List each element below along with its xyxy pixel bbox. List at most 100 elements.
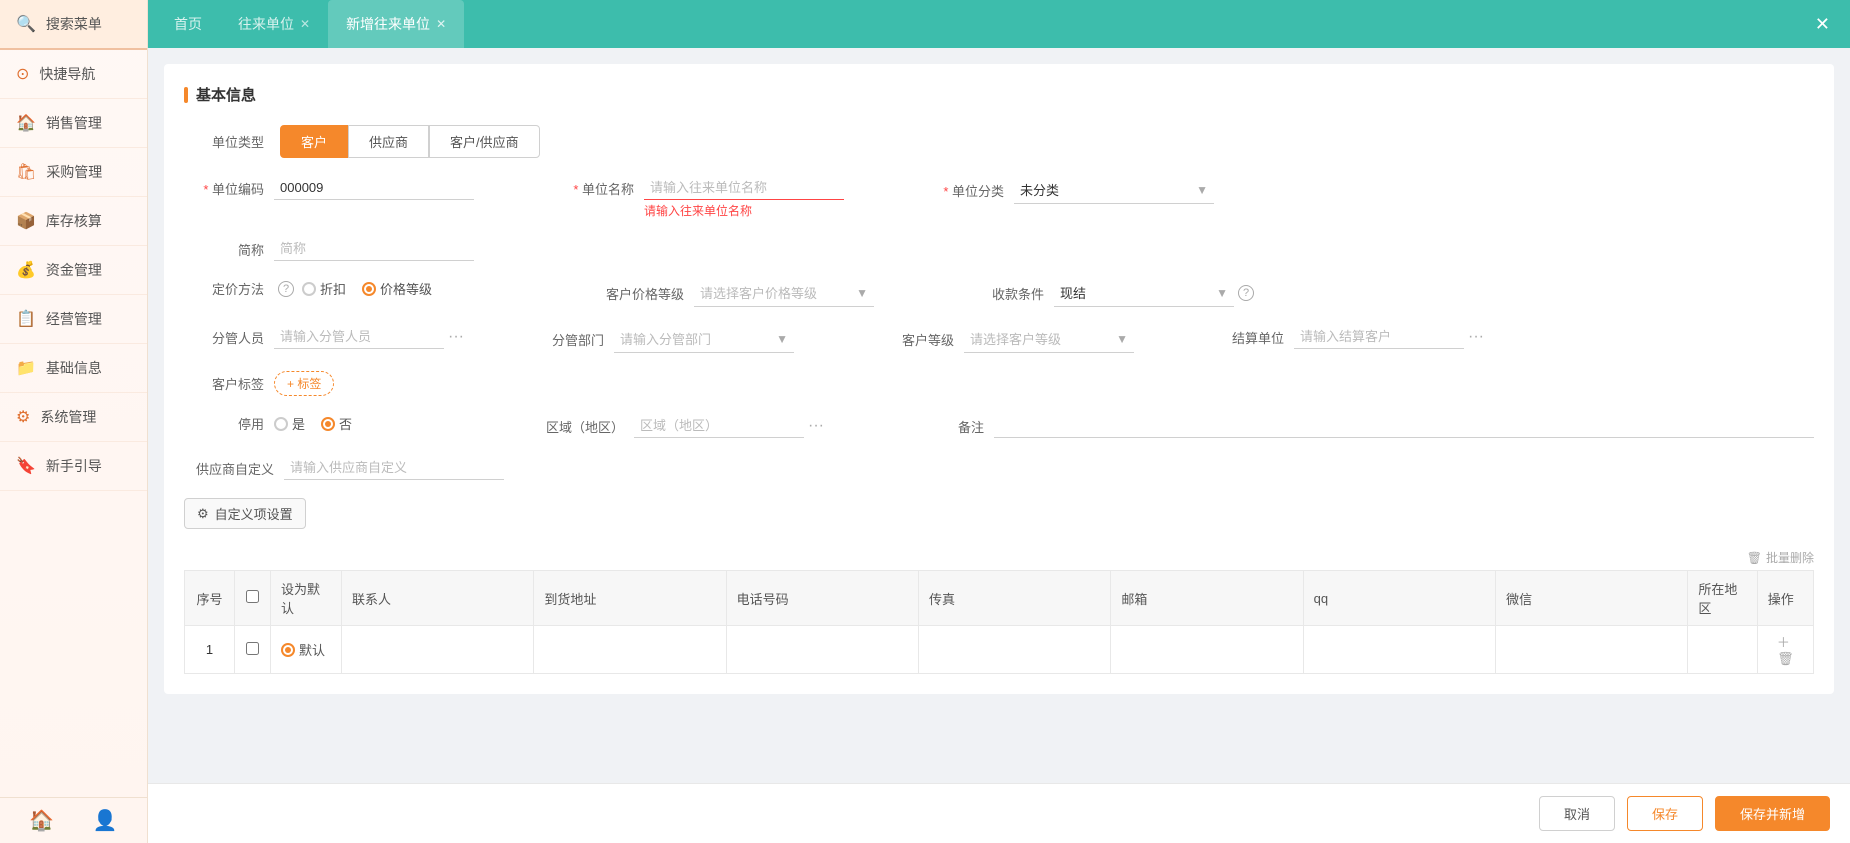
save-new-button[interactable]: 保存并新增 [1715,796,1830,831]
tag-add-btn[interactable]: + 标签 [274,371,334,396]
sidebar-item-basic[interactable]: 📁 基础信息 [0,344,147,393]
sidebar-item-quick-nav[interactable]: ⊙ 快捷导航 [0,50,147,99]
cell-phone [726,626,918,674]
sidebar-item-finance[interactable]: 💰 资金管理 [0,246,147,295]
field-dept: 分管部门 请输入分管部门 ▼ [534,325,854,353]
unit-btn-customer[interactable]: 客户 [280,125,348,158]
unit-btn-both[interactable]: 客户/供应商 [429,125,540,158]
row-wechat-input[interactable] [1506,638,1677,661]
disabled-radio-yes[interactable]: 是 [274,414,305,433]
save-button[interactable]: 保存 [1627,796,1703,831]
pricing-label: 定价方法 [184,279,264,298]
cell-region [1688,626,1757,674]
field-remark: 备注 [904,414,1814,438]
pricing-radio-level[interactable]: 价格等级 [362,279,432,298]
row-qq-input[interactable] [1314,638,1485,661]
disabled-radio-no-circle [321,417,335,431]
sidebar-home-btn[interactable]: 🏠 [29,808,54,833]
tab-new-partner[interactable]: 新增往来单位 ✕ [328,0,464,48]
sidebar-bottom: 🏠 👤 [0,797,147,843]
region-input[interactable] [634,414,804,438]
tab-new-partner-close[interactable]: ✕ [436,17,446,31]
sidebar-user-btn[interactable]: 👤 [93,808,118,833]
field-customer-level: 客户等级 请选择客户等级 ▼ [884,325,1184,353]
table-header-row: 序号 设为默认 联系人 到货地址 电话号码 传真 邮箱 qq 微信 所在地区 操… [185,571,1814,626]
form-row-2: 简称 [184,237,1814,261]
batch-delete-label[interactable]: 批量删除 [1766,549,1814,566]
custom-settings-btn[interactable]: ⚙ 自定义项设置 [184,498,306,529]
row-default-label: 默认 [299,640,325,659]
settlement-input[interactable] [1294,325,1464,349]
pricing-radio-level-circle [362,282,376,296]
settlement-dots-btn[interactable]: ··· [1468,328,1484,346]
window-close-btn[interactable]: ✕ [1803,14,1842,35]
guide-icon: 🔖 [16,456,36,476]
customer-price-level-select[interactable]: 请选择客户价格等级 ▼ [694,279,874,307]
unit-type-row: 单位类型 客户 供应商 客户/供应商 [184,125,1814,158]
sidebar: 🔍 搜索菜单 ⊙ 快捷导航 🏠 销售管理 🛍 采购管理 📦 库存核算 💰 资金管… [0,0,148,843]
tab-home-label: 首页 [174,14,202,34]
cell-checkbox [235,626,271,674]
sidebar-item-sales[interactable]: 🏠 销售管理 [0,99,147,148]
tab-partners-close[interactable]: ✕ [300,17,310,31]
row-checkbox[interactable] [246,642,259,655]
supplier-custom-input[interactable] [284,456,504,480]
region-dots-btn[interactable]: ··· [808,417,824,435]
row-email-input[interactable] [1121,638,1292,661]
tab-home[interactable]: 首页 [156,0,220,48]
unit-category-arrow: ▼ [1196,183,1208,197]
pricing-radio-discount[interactable]: 折扣 [302,279,346,298]
sidebar-item-purchase[interactable]: 🛍 采购管理 [0,148,147,197]
unit-name-error: 请输入往来单位名称 [644,202,752,219]
pricing-help-icon[interactable]: ? [278,281,294,297]
short-name-input[interactable] [274,237,474,261]
remark-input[interactable] [994,414,1814,438]
dept-select[interactable]: 请输入分管部门 ▼ [614,325,794,353]
field-supplier-custom: 供应商自定义 [184,456,564,480]
manager-input[interactable] [274,325,444,349]
section-title-bar [184,87,188,103]
unit-code-input[interactable] [274,176,474,200]
row-default-radio[interactable]: 默认 [281,640,331,659]
row-address-input[interactable] [544,638,715,661]
row-add-btn[interactable]: ＋ [1777,635,1790,650]
payment-terms-label: 收款条件 [964,284,1044,303]
header-checkbox[interactable] [246,590,259,603]
field-manager: 分管人员 ··· [184,325,504,349]
unit-category-select[interactable]: 未分类 ▼ [1014,176,1214,204]
row-default-circle [281,643,295,657]
form-row-4: 分管人员 ··· 分管部门 请输入分管部门 ▼ 客户等级 请选择客户等级 [184,325,1814,353]
form-row-5: 客户标签 + 标签 [184,371,1814,396]
manager-dots-btn[interactable]: ··· [448,328,464,346]
custom-settings-label: 自定义项设置 [215,504,293,523]
sidebar-item-system[interactable]: ⚙ 系统管理 [0,393,147,442]
disabled-radio-no[interactable]: 否 [321,414,352,433]
row-phone-input[interactable] [737,638,908,661]
sidebar-item-guide[interactable]: 🔖 新手引导 [0,442,147,491]
sidebar-guide-label: 新手引导 [46,456,102,476]
cancel-button[interactable]: 取消 [1539,796,1615,831]
quick-nav-icon: ⊙ [16,64,29,84]
contact-table: 序号 设为默认 联系人 到货地址 电话号码 传真 邮箱 qq 微信 所在地区 操… [184,570,1814,674]
sidebar-item-inventory[interactable]: 📦 库存核算 [0,197,147,246]
batch-delete-icon: 🗑 [1747,551,1762,565]
dept-arrow: ▼ [776,332,788,346]
system-icon: ⚙ [16,407,30,427]
field-customer-price-level: 客户价格等级 请选择客户价格等级 ▼ [594,279,934,307]
sidebar-item-operations[interactable]: 📋 经营管理 [0,295,147,344]
disabled-radio-yes-label: 是 [292,414,305,433]
field-pricing: 定价方法 ? 折扣 价格等级 [184,279,564,298]
customer-level-select[interactable]: 请选择客户等级 ▼ [964,325,1134,353]
cell-action: ＋ 🗑 [1757,626,1813,674]
field-disabled: 停用 是 否 [184,414,504,433]
tab-partners[interactable]: 往来单位 ✕ [220,0,328,48]
row-fax-input[interactable] [929,638,1100,661]
unit-name-input[interactable] [644,176,844,200]
payment-terms-select[interactable]: 现结 ▼ [1054,279,1234,307]
row-contact-input[interactable] [352,638,523,661]
sidebar-item-search[interactable]: 🔍 搜索菜单 [0,0,147,50]
disabled-radio-yes-circle [274,417,288,431]
unit-btn-supplier[interactable]: 供应商 [348,125,429,158]
row-delete-btn[interactable]: 🗑 [1777,651,1794,666]
payment-terms-help-icon[interactable]: ? [1238,285,1254,301]
